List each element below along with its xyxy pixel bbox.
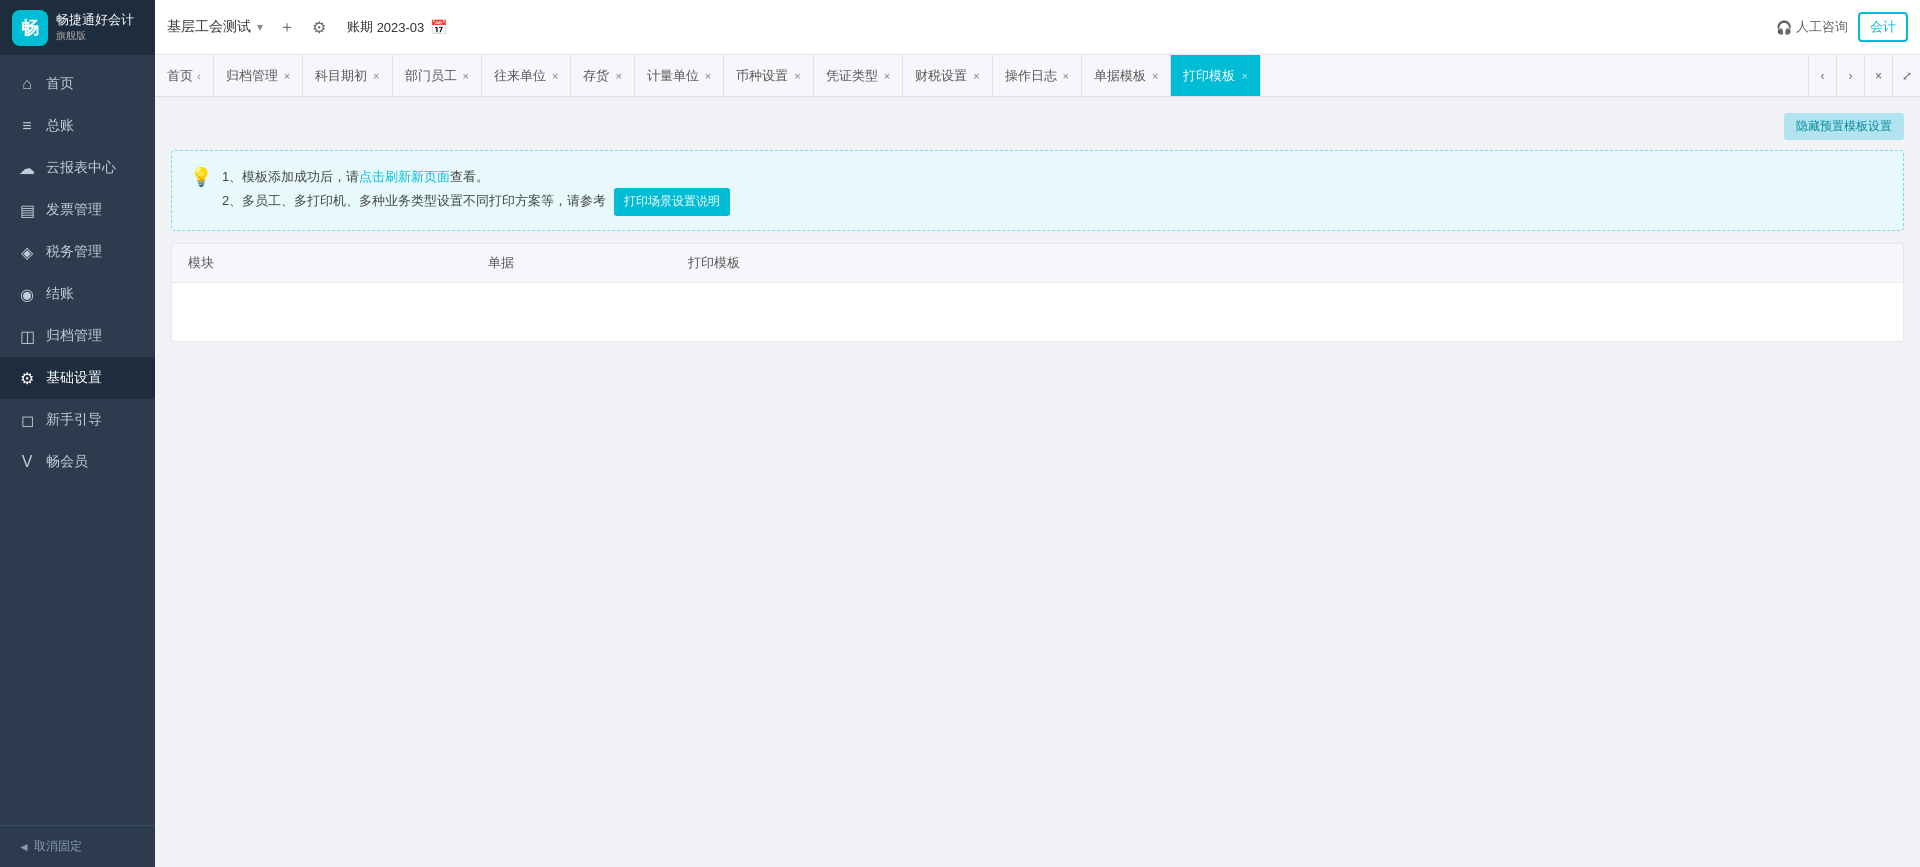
member-icon: V [18, 453, 36, 471]
add-tab-button[interactable]: ＋ [275, 15, 299, 39]
tab-archive-close[interactable]: × [284, 70, 290, 82]
tab-home[interactable]: 首页 ‹ [155, 55, 214, 96]
basic-icon: ⚙ [18, 369, 36, 387]
sidebar-item-guide[interactable]: ◻ 新手引导 [0, 399, 155, 441]
guide-icon: ◻ [18, 411, 36, 429]
tab-department[interactable]: 部门员工 × [393, 55, 482, 96]
home-icon: ⌂ [18, 75, 36, 93]
kuaiji-button[interactable]: 会计 [1858, 12, 1908, 42]
tab-oplog[interactable]: 操作日志 × [993, 55, 1082, 96]
tab-taxset[interactable]: 财税设置 × [903, 55, 992, 96]
settings-button[interactable]: ⚙ [307, 15, 331, 39]
logo-icon: 畅 [12, 10, 48, 46]
tab-currency-close[interactable]: × [794, 70, 800, 82]
tab-subject[interactable]: 科目期初 × [303, 55, 392, 96]
tab-contacts-close[interactable]: × [552, 70, 558, 82]
sidebar-nav: ⌂ 首页 ≡ 总账 ☁ 云报表中心 ▤ 发票管理 ◈ 税务管理 ◉ 结账 ◫ 归… [0, 55, 155, 825]
archive-icon: ◫ [18, 327, 36, 345]
table-header: 模块 单据 打印模板 [171, 243, 1904, 282]
tab-taxset-close[interactable]: × [973, 70, 979, 82]
sidebar-item-basic[interactable]: ⚙ 基础设置 [0, 357, 155, 399]
tab-department-close[interactable]: × [463, 70, 469, 82]
tab-print[interactable]: 打印模板 × [1171, 55, 1260, 96]
tab-inventory-close[interactable]: × [615, 70, 621, 82]
home-tab-nav: ‹ [197, 70, 201, 82]
tab-scroll-left[interactable]: ‹ [1808, 55, 1836, 96]
company-selector[interactable]: 基层工会测试 ▾ [167, 18, 263, 36]
hide-preview-button[interactable]: 隐藏预置模板设置 [1784, 113, 1904, 140]
tax-icon: ◈ [18, 243, 36, 261]
sidebar-item-archive[interactable]: ◫ 归档管理 [0, 315, 155, 357]
tab-scroll-right[interactable]: › [1836, 55, 1864, 96]
lightbulb-icon: 💡 [190, 166, 212, 188]
period-display: 账期 2023-03 📅 [347, 18, 447, 36]
notice-box: 💡 1、模板添加成功后，请点击刷新新页面查看。 2、多员工、多打印机、多种业务类… [171, 150, 1904, 231]
ledger-icon: ≡ [18, 117, 36, 135]
tab-fullscreen[interactable]: ⤢ [1892, 55, 1920, 96]
col-template-header: 打印模板 [688, 254, 1887, 272]
tab-currency[interactable]: 币种设置 × [724, 55, 813, 96]
tab-nav-controls: ‹ › × ⤢ [1808, 55, 1920, 96]
tab-voucher2[interactable]: 单据模板 × [1082, 55, 1171, 96]
col-module-header: 模块 [188, 254, 488, 272]
hide-preview-bar: 隐藏预置模板设置 [171, 113, 1904, 140]
tab-voucher2-close[interactable]: × [1152, 70, 1158, 82]
tab-unit[interactable]: 计量单位 × [635, 55, 724, 96]
tab-subject-close[interactable]: × [373, 70, 379, 82]
tab-oplog-close[interactable]: × [1063, 70, 1069, 82]
sidebar-logo: 畅 畅捷通好会计 旗舰版 [0, 0, 155, 55]
refresh-link[interactable]: 点击刷新新页面 [359, 169, 450, 184]
logo-text: 畅捷通好会计 旗舰版 [56, 12, 134, 43]
settle-icon: ◉ [18, 285, 36, 303]
reports-icon: ☁ [18, 159, 36, 177]
sidebar-item-reports[interactable]: ☁ 云报表中心 [0, 147, 155, 189]
sidebar-item-settle[interactable]: ◉ 结账 [0, 273, 155, 315]
main-area: 基层工会测试 ▾ ＋ ⚙ 账期 2023-03 📅 🎧 人工咨询 会计 首页 ‹ [155, 0, 1920, 867]
tab-contacts[interactable]: 往来单位 × [482, 55, 571, 96]
table-body [171, 282, 1904, 342]
print-scene-button[interactable]: 打印场景设置说明 [614, 188, 730, 216]
col-document-header: 单据 [488, 254, 688, 272]
company-name: 基层工会测试 [167, 18, 251, 36]
notice-text: 1、模板添加成功后，请点击刷新新页面查看。 2、多员工、多打印机、多种业务类型设… [222, 165, 730, 216]
tab-voucher[interactable]: 凭证类型 × [814, 55, 903, 96]
sidebar-item-home[interactable]: ⌂ 首页 [0, 63, 155, 105]
notice-line1: 1、模板添加成功后，请点击刷新新页面查看。 [222, 165, 730, 188]
sidebar-item-invoice[interactable]: ▤ 发票管理 [0, 189, 155, 231]
tab-unit-close[interactable]: × [705, 70, 711, 82]
company-dropdown-icon: ▾ [257, 20, 263, 34]
sidebar-item-member[interactable]: V 畅会员 [0, 441, 155, 483]
tab-voucher-close[interactable]: × [884, 70, 890, 82]
topbar: 基层工会测试 ▾ ＋ ⚙ 账期 2023-03 📅 🎧 人工咨询 会计 [155, 0, 1920, 55]
tabbar: 首页 ‹ 归档管理 × 科目期初 × 部门员工 × 往来单位 × 存货 × 计量… [155, 55, 1920, 97]
topbar-actions: ＋ ⚙ [275, 15, 331, 39]
help-button[interactable]: 🎧 人工咨询 [1776, 18, 1848, 36]
tab-close-current[interactable]: × [1864, 55, 1892, 96]
invoice-icon: ▤ [18, 201, 36, 219]
sidebar-item-tax[interactable]: ◈ 税务管理 [0, 231, 155, 273]
arrow-left-icon: ◄ [18, 840, 30, 854]
tab-archive[interactable]: 归档管理 × [214, 55, 303, 96]
notice-line2: 2、多员工、多打印机、多种业务类型设置不同打印方案等，请参考 打印场景设置说明 [222, 188, 730, 216]
print-template-table: 模块 单据 打印模板 [171, 243, 1904, 342]
tab-print-close[interactable]: × [1241, 70, 1247, 82]
period-value: 2023-03 [377, 20, 425, 35]
topbar-right: 🎧 人工咨询 会计 [1776, 12, 1908, 42]
tab-inventory[interactable]: 存货 × [571, 55, 634, 96]
sidebar-unpin-button[interactable]: ◄ 取消固定 [0, 825, 155, 867]
main-content: 隐藏预置模板设置 💡 1、模板添加成功后，请点击刷新新页面查看。 2、多员工、多… [155, 97, 1920, 867]
calendar-icon[interactable]: 📅 [430, 19, 447, 35]
sidebar: 畅 畅捷通好会计 旗舰版 ⌂ 首页 ≡ 总账 ☁ 云报表中心 ▤ 发票管理 ◈ … [0, 0, 155, 867]
headset-icon: 🎧 [1776, 20, 1792, 35]
sidebar-item-ledger[interactable]: ≡ 总账 [0, 105, 155, 147]
period-label: 账期 [347, 18, 373, 36]
